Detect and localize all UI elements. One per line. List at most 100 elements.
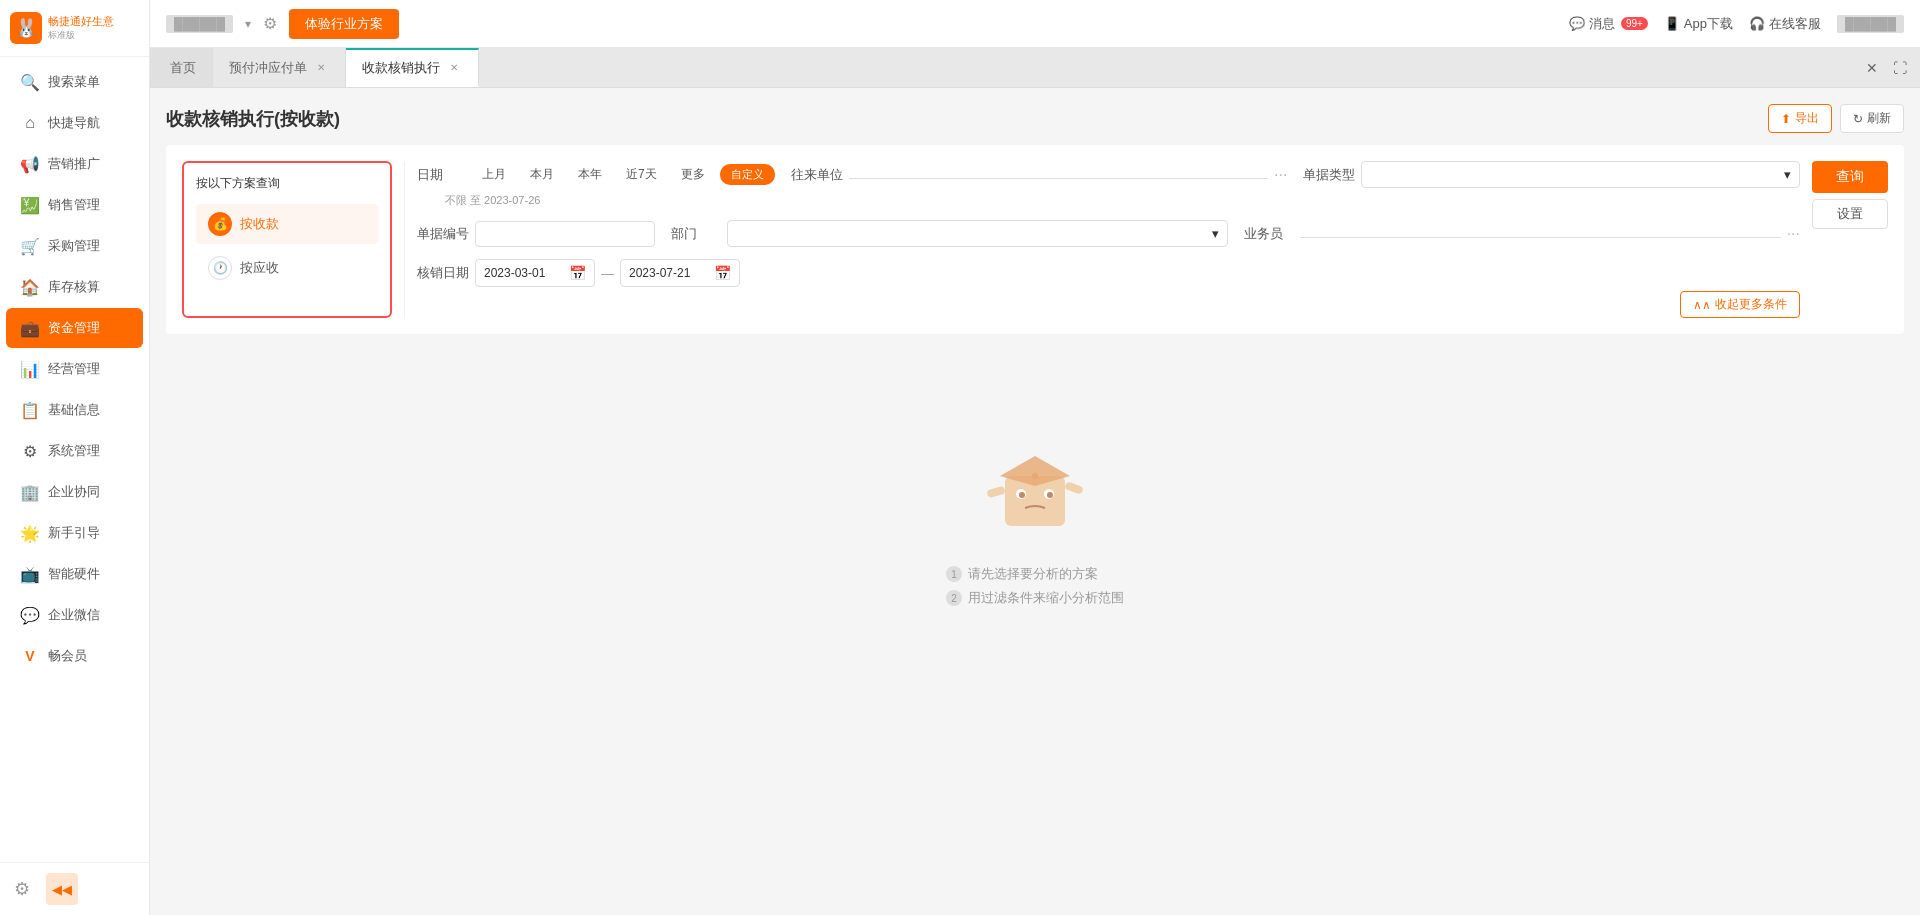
service-label: 在线客服 xyxy=(1769,15,1821,33)
date-options-group: 上月 本月 本年 近7天 更多 自定义 xyxy=(473,162,775,187)
sidebar-item-system[interactable]: ⚙ 系统管理 xyxy=(6,431,143,471)
sidebar-item-label: 营销推广 xyxy=(48,155,100,173)
filter-collapse-row: ∧∧ 收起更多条件 xyxy=(417,291,1800,318)
empty-tip-2-text: 用过滤条件来缩小分析范围 xyxy=(968,589,1124,607)
sidebar-item-quicknav[interactable]: ⌂ 快捷导航 xyxy=(6,103,143,143)
filter-option-by-receivable[interactable]: 🕐 按应收 xyxy=(196,248,378,288)
counterpart-dots[interactable]: ··· xyxy=(1274,166,1287,184)
empty-state-image xyxy=(975,426,1095,546)
sidebar-item-sales[interactable]: 💹 销售管理 xyxy=(6,185,143,225)
collapse-conditions-button[interactable]: ∧∧ 收起更多条件 xyxy=(1680,291,1800,318)
receivable-icon: 🕐 xyxy=(208,256,232,280)
staff-dots[interactable]: ··· xyxy=(1787,225,1800,243)
sidebar-item-inventory[interactable]: 🏠 库存核算 xyxy=(6,267,143,307)
sidebar-item-label: 基础信息 xyxy=(48,401,100,419)
bill-no-label: 单据编号 xyxy=(417,225,469,243)
page-title: 收款核销执行(按收款) xyxy=(166,107,340,131)
sidebar-item-label: 资金管理 xyxy=(48,319,100,337)
date-btn-this-month[interactable]: 本月 xyxy=(521,162,563,187)
date-btn-last-month[interactable]: 上月 xyxy=(473,162,515,187)
logo-icon: 🐰 xyxy=(10,12,42,44)
export-button[interactable]: ⬆ 导出 xyxy=(1768,104,1832,133)
message-action[interactable]: 💬 消息 99+ xyxy=(1569,15,1648,33)
dept-select[interactable]: ▾ xyxy=(727,220,1228,247)
solution-button[interactable]: 体验行业方案 xyxy=(289,9,399,39)
tab-home-label: 首页 xyxy=(170,59,196,77)
verify-date-end-input[interactable]: 2023-07-21 📅 xyxy=(620,259,740,287)
sidebar-item-wechat[interactable]: 💬 企业微信 xyxy=(6,595,143,635)
system-icon: ⚙ xyxy=(20,441,40,461)
collapse-icon: ∧∧ xyxy=(1693,298,1711,312)
app-download-action[interactable]: 📱 App下载 xyxy=(1664,15,1733,33)
bill-type-select[interactable]: ▾ xyxy=(1361,161,1800,188)
sidebar-item-search[interactable]: 🔍 搜索菜单 xyxy=(6,62,143,102)
app-download-icon: 📱 xyxy=(1664,16,1680,31)
message-badge: 99+ xyxy=(1621,17,1648,30)
sidebar-settings-button[interactable]: ⚙ xyxy=(6,873,38,905)
member-icon: V xyxy=(20,646,40,666)
filter-option-by-collection[interactable]: 💰 按收款 xyxy=(196,204,378,244)
sidebar-item-finance[interactable]: 💼 资金管理 xyxy=(6,308,143,348)
search-icon: 🔍 xyxy=(20,72,40,92)
topbar-actions: 💬 消息 99+ 📱 App下载 🎧 在线客服 ██████ xyxy=(1569,15,1904,33)
sidebar-item-label: 畅会员 xyxy=(48,647,87,665)
expand-tab-button[interactable]: ⛶ xyxy=(1888,56,1912,80)
sidebar-item-marketing[interactable]: 📢 营销推广 xyxy=(6,144,143,184)
dept-field: 部门 ▾ xyxy=(671,220,1228,247)
verify-date-start-input[interactable]: 2023-03-01 📅 xyxy=(475,259,595,287)
date-btn-this-year[interactable]: 本年 xyxy=(569,162,611,187)
verify-date-end-value: 2023-07-21 xyxy=(629,266,690,280)
date-dash: — xyxy=(601,266,614,281)
sidebar-item-label: 企业协同 xyxy=(48,483,100,501)
tab-home[interactable]: 首页 xyxy=(150,48,213,87)
sales-icon: 💹 xyxy=(20,195,40,215)
sidebar-item-label: 企业微信 xyxy=(48,606,100,624)
tab-collection-close[interactable]: ✕ xyxy=(446,60,462,76)
close-all-tabs-button[interactable]: ✕ xyxy=(1860,56,1884,80)
staff-field: 业务员 ··· xyxy=(1244,225,1801,243)
tab-prepay-label: 预付冲应付单 xyxy=(229,59,307,77)
settings-button[interactable]: 设置 xyxy=(1812,199,1888,229)
filter-option-by-receivable-label: 按应收 xyxy=(240,259,279,277)
dept-chevron-icon: ▾ xyxy=(1212,226,1219,241)
sidebar-item-hardware[interactable]: 📺 智能硬件 xyxy=(6,554,143,594)
bill-no-input[interactable] xyxy=(475,221,655,247)
tab-collection-label: 收款核销执行 xyxy=(362,59,440,77)
wechat-icon: 💬 xyxy=(20,605,40,625)
sidebar-item-enterprise[interactable]: 🏢 企业协同 xyxy=(6,472,143,512)
sidebar-item-label: 销售管理 xyxy=(48,196,100,214)
sidebar-item-label: 快捷导航 xyxy=(48,114,100,132)
filter-row-verify: 核销日期 2023-03-01 📅 — 2023-07-21 📅 xyxy=(417,259,1800,287)
user-name[interactable]: ██████ xyxy=(1837,15,1904,33)
date-limit: 不限 至 2023-07-26 xyxy=(445,192,1800,208)
sidebar-item-management[interactable]: 📊 经营管理 xyxy=(6,349,143,389)
topbar-gear-icon[interactable]: ⚙ xyxy=(263,14,277,33)
refresh-button[interactable]: ↻ 刷新 xyxy=(1840,104,1904,133)
sidebar-item-purchase[interactable]: 🛒 采购管理 xyxy=(6,226,143,266)
sidebar-item-member[interactable]: V 畅会员 xyxy=(6,636,143,676)
sidebar-item-guide[interactable]: 🌟 新手引导 xyxy=(6,513,143,553)
sidebar-item-basic[interactable]: 📋 基础信息 xyxy=(6,390,143,430)
filter-fields: 日期 上月 本月 本年 近7天 更多 自定义 xyxy=(417,161,1888,318)
calendar-end-icon: 📅 xyxy=(714,265,731,281)
date-label: 日期 xyxy=(417,166,467,184)
sidebar-collapse-button[interactable]: ◀◀ xyxy=(46,873,78,905)
finance-icon: 💼 xyxy=(20,318,40,338)
date-btn-custom[interactable]: 自定义 xyxy=(720,164,775,185)
tab-prepay[interactable]: 预付冲应付单 ✕ xyxy=(213,48,346,87)
query-button[interactable]: 查询 xyxy=(1812,161,1888,193)
service-action[interactable]: 🎧 在线客服 xyxy=(1749,15,1821,33)
refresh-label: 刷新 xyxy=(1867,110,1891,127)
tab-prepay-close[interactable]: ✕ xyxy=(313,60,329,76)
service-icon: 🎧 xyxy=(1749,16,1765,31)
topbar-chevron-icon[interactable]: ▾ xyxy=(245,17,251,31)
refresh-icon: ↻ xyxy=(1853,112,1863,126)
empty-tip-2: 2 用过滤条件来缩小分析范围 xyxy=(946,586,1124,610)
date-btn-more[interactable]: 更多 xyxy=(672,162,714,187)
tab-collection[interactable]: 收款核销执行 ✕ xyxy=(346,48,479,87)
date-btn-7days[interactable]: 近7天 xyxy=(617,162,666,187)
message-icon: 💬 xyxy=(1569,16,1585,31)
page-header-actions: ⬆ 导出 ↻ 刷新 xyxy=(1768,104,1904,133)
enterprise-icon: 🏢 xyxy=(20,482,40,502)
svg-point-5 xyxy=(1047,492,1053,498)
